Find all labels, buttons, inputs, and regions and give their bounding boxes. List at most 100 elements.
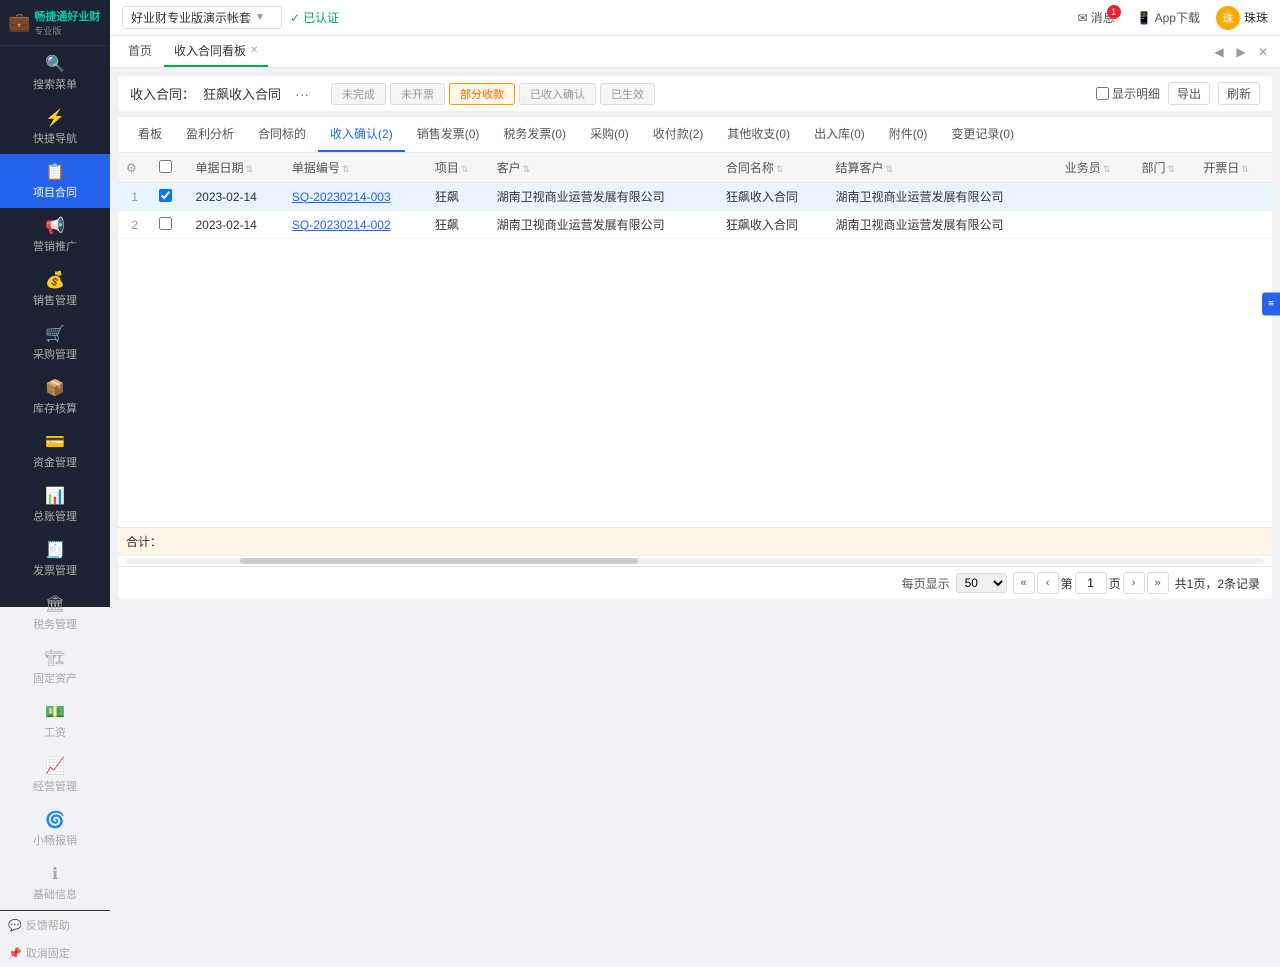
sidebar-item-固定资产[interactable]: 🏗固定资产	[0, 640, 110, 694]
sidebar-item-总账管理[interactable]: 📊总账管理	[0, 478, 110, 532]
sidebar-bottom-item-1[interactable]: 📌取消固定	[0, 939, 110, 967]
sub-tab-8[interactable]: 其他收支(0)	[715, 117, 802, 152]
sub-tab-5[interactable]: 税务发票(0)	[491, 117, 578, 152]
sidebar-item-小畅报销[interactable]: 🌀小畅报销	[0, 802, 110, 856]
sidebar-item-销售管理[interactable]: 💰销售管理	[0, 262, 110, 316]
user-menu[interactable]: 珠 珠珠	[1216, 6, 1268, 30]
cell-1-1[interactable]: SQ-20230214-002	[284, 211, 427, 239]
tab-close-icon[interactable]: ✕	[250, 45, 258, 56]
sub-tab-3[interactable]: 收入确认(2)	[318, 117, 405, 152]
scroll-track[interactable]	[126, 558, 1264, 564]
show-detail-checkbox[interactable]: 显示明细	[1096, 85, 1160, 102]
sidebar-icon-11: 🏗	[45, 648, 65, 668]
export-btn[interactable]: 导出	[1168, 82, 1210, 105]
sub-tab-6[interactable]: 采购(0)	[578, 117, 641, 152]
table-row[interactable]: 12023-02-14SQ-20230214-003狂飙湖南卫视商业运营发展有限…	[118, 183, 1272, 211]
bottom-label-1: 取消固定	[26, 945, 70, 961]
company-selector[interactable]: 好业财专业版演示帐套 ▼	[122, 6, 282, 29]
scroll-bar-area	[118, 555, 1272, 566]
show-detail-input[interactable]	[1096, 87, 1109, 100]
status-btn-effective[interactable]: 已生效	[600, 83, 655, 105]
sub-tab-10[interactable]: 附件(0)	[877, 117, 940, 152]
status-btn-uncompleted[interactable]: 未完成	[331, 83, 386, 105]
sidebar-item-快捷导航[interactable]: ⚡快捷导航	[0, 100, 110, 154]
prev-page-btn[interactable]: ‹	[1037, 572, 1059, 594]
verified-badge: 已认证	[290, 9, 339, 26]
table-settings-icon[interactable]: ⚙	[126, 161, 137, 175]
tab-contract-board[interactable]: 收入合同看板 ✕	[164, 36, 268, 67]
col-header-3[interactable]: 客户⇅	[489, 153, 718, 183]
first-page-btn[interactable]: «	[1013, 572, 1035, 594]
sidebar-item-工资[interactable]: 💵工资	[0, 694, 110, 748]
more-btn[interactable]: ···	[289, 84, 315, 104]
col-header-7[interactable]: 部门⇅	[1134, 153, 1196, 183]
refresh-btn[interactable]: 刷新	[1218, 82, 1260, 105]
sub-tab-4[interactable]: 销售发票(0)	[405, 117, 492, 152]
table-container: 看板盈利分析合同标的收入确认(2)销售发票(0)税务发票(0)采购(0)收付款(…	[118, 117, 1272, 599]
sidebar-bottom: 💬反馈帮助📌取消固定	[0, 910, 110, 967]
next-page-btn[interactable]: ›	[1123, 572, 1145, 594]
table-row[interactable]: 22023-02-14SQ-20230214-002狂飙湖南卫视商业运营发展有限…	[118, 211, 1272, 239]
col-header-5[interactable]: 结算客户⇅	[828, 153, 1057, 183]
sidebar-item-基础信息[interactable]: ℹ基础信息	[0, 856, 110, 910]
table-wrapper[interactable]: ⚙ 单据日期⇅单据编号⇅项目⇅客户⇅合同名称⇅结算客户⇅业务员⇅部门⇅开票日⇅ 1…	[118, 153, 1272, 527]
verified-text: 已认证	[303, 9, 339, 26]
bottom-icon-0: 💬	[8, 919, 22, 932]
sidebar-item-库存核算[interactable]: 📦库存核算	[0, 370, 110, 424]
last-page-btn[interactable]: »	[1147, 572, 1169, 594]
col-header-6[interactable]: 业务员⇅	[1057, 153, 1134, 183]
sidebar-item-资金管理[interactable]: 💳资金管理	[0, 424, 110, 478]
page-label-pre: 第	[1061, 575, 1073, 592]
sidebar-label-1: 快捷导航	[33, 130, 77, 146]
tab-bar: 首页 收入合同看板 ✕ ◀ ▶ ✕	[110, 36, 1280, 68]
row-checkbox-0[interactable]	[159, 189, 172, 202]
sub-tabs: 看板盈利分析合同标的收入确认(2)销售发票(0)税务发票(0)采购(0)收付款(…	[118, 117, 1272, 153]
logo-sub: 专业版	[34, 24, 100, 37]
col-header-1[interactable]: 单据编号⇅	[284, 153, 427, 183]
nav-next-btn[interactable]: ▶	[1232, 43, 1250, 61]
col-header-4[interactable]: 合同名称⇅	[718, 153, 828, 183]
sidebar-label-6: 库存核算	[33, 400, 77, 416]
sidebar-label-10: 税务管理	[33, 616, 77, 632]
select-all-checkbox[interactable]	[159, 160, 172, 173]
sidebar-icon-13: 📈	[45, 756, 65, 776]
tab-contract-board-label: 收入合同看板	[174, 42, 246, 59]
col-header-8[interactable]: 开票日⇅	[1195, 153, 1272, 183]
scroll-thumb[interactable]	[240, 558, 638, 564]
sidebar-item-营销推广[interactable]: 📢营销推广	[0, 208, 110, 262]
per-page-select[interactable]: 50 10 20 100	[956, 573, 1007, 593]
cell-1-3: 湖南卫视商业运营发展有限公司	[489, 211, 718, 239]
sub-tab-9[interactable]: 出入库(0)	[802, 117, 877, 152]
sub-tab-0[interactable]: 看板	[126, 117, 174, 152]
sidebar-item-项目合同[interactable]: 📋项目合同	[0, 154, 110, 208]
status-btn-confirmed[interactable]: 已收入确认	[519, 83, 596, 105]
sub-tab-2[interactable]: 合同标的	[246, 117, 318, 152]
nav-prev-btn[interactable]: ◀	[1210, 43, 1228, 61]
sidebar-item-经营管理[interactable]: 📈经营管理	[0, 748, 110, 802]
mobile-icon: 📱	[1137, 11, 1152, 25]
page-number-input[interactable]	[1075, 572, 1107, 594]
row-checkbox-1[interactable]	[159, 217, 172, 230]
message-btn[interactable]: ✉ 消息 1	[1078, 9, 1115, 26]
tab-home[interactable]: 首页	[118, 36, 162, 67]
sidebar-item-采购管理[interactable]: 🛒采购管理	[0, 316, 110, 370]
sub-tab-1[interactable]: 盈利分析	[174, 117, 246, 152]
status-btn-uninvoiced[interactable]: 未开票	[390, 83, 445, 105]
app-download-btn[interactable]: 📱 App下载	[1137, 9, 1200, 26]
page-header: 收入合同： 狂飙收入合同 ··· 未完成未开票部分收款已收入确认已生效 显示明细…	[118, 76, 1272, 111]
cell-0-1[interactable]: SQ-20230214-003	[284, 183, 427, 211]
sidebar-item-税务管理[interactable]: 🏛税务管理	[0, 586, 110, 640]
sidebar-icon-12: 💵	[45, 702, 65, 722]
sidebar-bottom-item-0[interactable]: 💬反馈帮助	[0, 911, 110, 939]
cell-0-8	[1195, 183, 1272, 211]
logo-text: 畅捷通好业财	[34, 8, 100, 24]
sub-tab-7[interactable]: 收付款(2)	[641, 117, 716, 152]
status-btn-partial[interactable]: 部分收款	[449, 83, 515, 105]
side-panel-icon[interactable]: ≡	[1262, 292, 1280, 315]
sub-tab-11[interactable]: 变更记录(0)	[939, 117, 1026, 152]
col-header-2[interactable]: 项目⇅	[427, 153, 489, 183]
sidebar-item-搜索菜单[interactable]: 🔍搜索菜单	[0, 46, 110, 100]
window-close-btn[interactable]: ✕	[1254, 43, 1272, 61]
col-header-0[interactable]: 单据日期⇅	[187, 153, 283, 183]
sidebar-item-发票管理[interactable]: 🧾发票管理	[0, 532, 110, 586]
